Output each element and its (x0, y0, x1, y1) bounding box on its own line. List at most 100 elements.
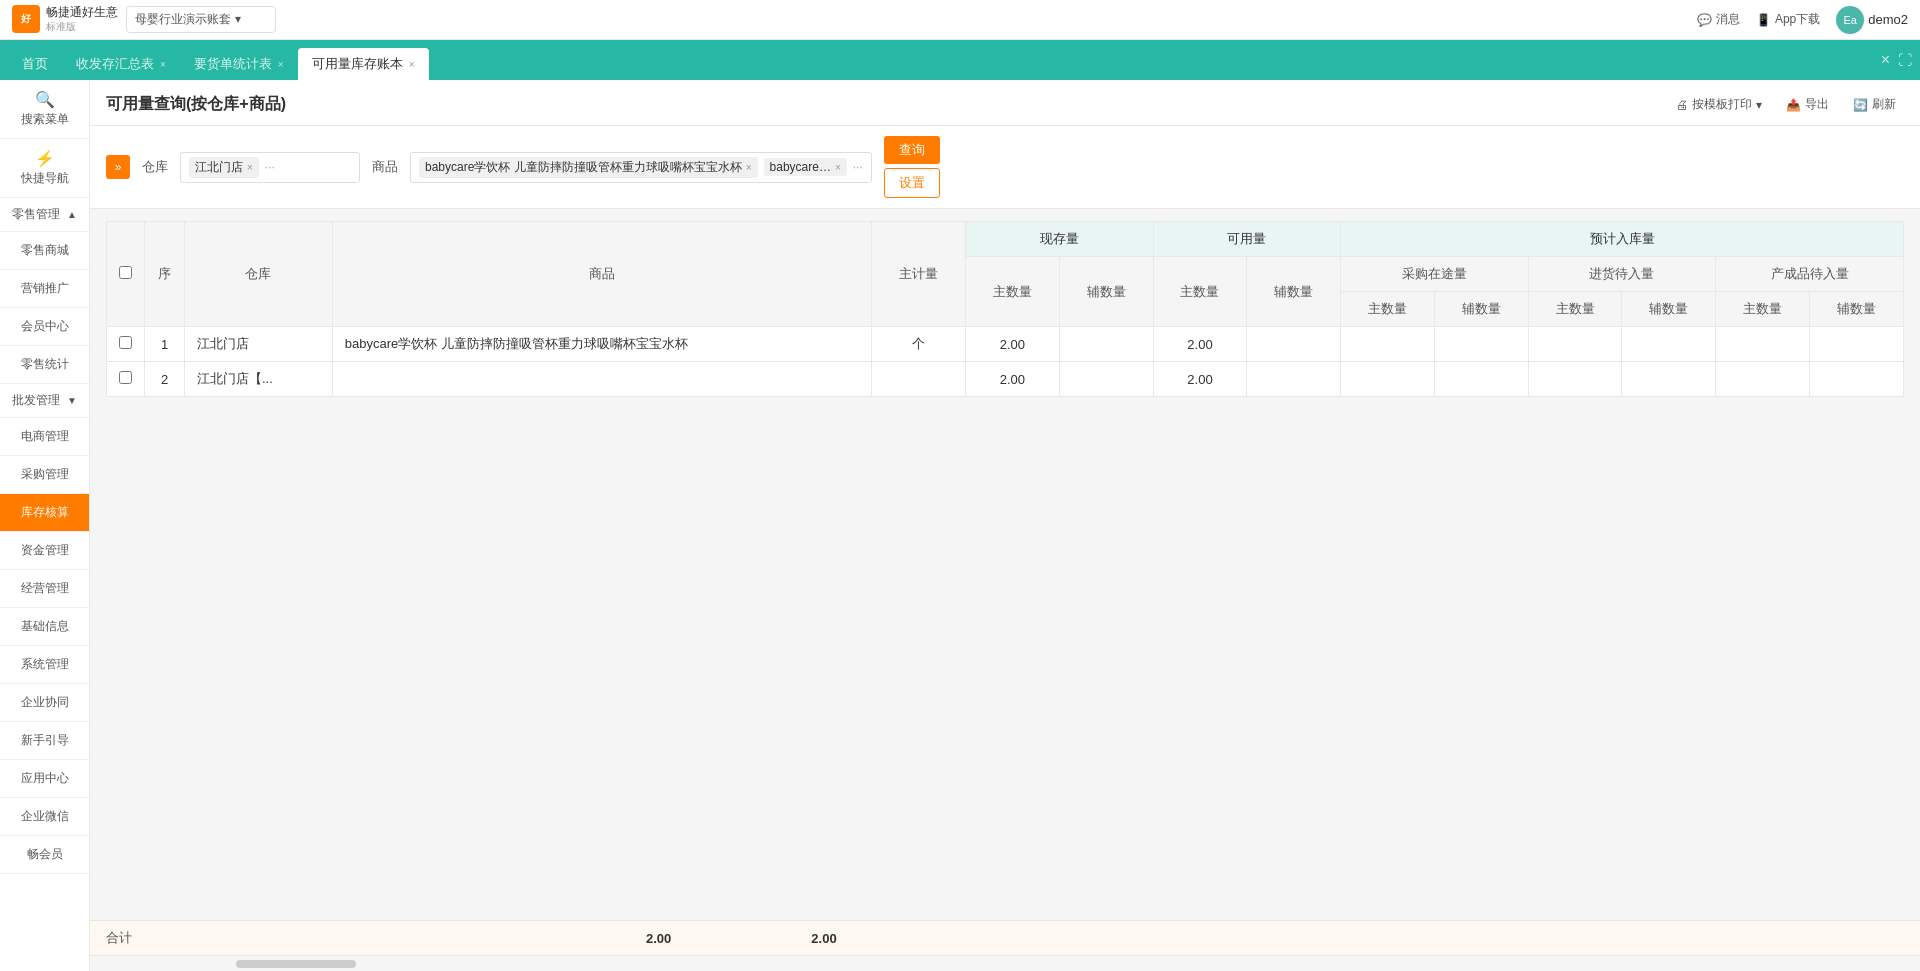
sidebar-item-enterprise-collab[interactable]: 企业协同 (0, 684, 89, 722)
th-seq: 序 (145, 222, 185, 327)
sidebar-inventory-label: 库存核算 (21, 504, 69, 521)
th-goods-pending-aux: 辅数量 (1622, 292, 1716, 327)
refresh-btn[interactable]: 🔄 刷新 (1845, 92, 1904, 117)
logo-area: 好 畅捷通好生意 标准版 (12, 5, 118, 33)
export-label: 导出 (1805, 96, 1829, 113)
sidebar-new-guide-label: 新手引导 (21, 732, 69, 749)
tab-available-stock-label: 可用量库存账本 (312, 55, 403, 73)
tab-receipts[interactable]: 收发存汇总表 × (62, 48, 180, 80)
tab-orders[interactable]: 要货单统计表 × (180, 48, 298, 80)
query-btn[interactable]: 查询 (884, 136, 940, 164)
sidebar-item-retail-stats[interactable]: 零售统计 (0, 346, 89, 384)
sidebar-item-operations[interactable]: 经营管理 (0, 570, 89, 608)
sidebar-item-member[interactable]: 畅会员 (0, 836, 89, 874)
sidebar-item-enterprise-wechat[interactable]: 企业微信 (0, 798, 89, 836)
sidebar-item-member-center[interactable]: 会员中心 (0, 308, 89, 346)
product-filter-label: 商品 (372, 158, 398, 176)
row-goods-pending-aux (1622, 327, 1716, 362)
th-avail-aux: 辅数量 (1247, 257, 1341, 327)
app-download-btn[interactable]: 📱 App下载 (1756, 11, 1820, 28)
warehouse-filter-input[interactable]: 江北门店 × ··· (180, 152, 360, 183)
row-purchase-transit-aux (1434, 327, 1528, 362)
data-table: 序 仓库 商品 主计量 现存量 可用量 预计入库量 主数量 辅数量 主数量 辅数… (106, 221, 1904, 397)
message-btn[interactable]: 💬 消息 (1697, 11, 1740, 28)
logo-text: 畅捷通好生意 (46, 5, 118, 19)
refresh-icon: 🔄 (1853, 98, 1868, 112)
sidebar-operations-label: 经营管理 (21, 580, 69, 597)
product-tag-2-close[interactable]: × (835, 162, 841, 173)
settings-btn[interactable]: 设置 (884, 168, 940, 198)
expand-btn[interactable]: » (106, 155, 130, 179)
row-product-pending-aux (1810, 362, 1904, 397)
th-product: 商品 (332, 222, 871, 327)
sidebar-item-ecommerce[interactable]: 电商管理 (0, 418, 89, 456)
search-icon: 🔍 (35, 90, 55, 109)
product-tag-1-value: babycare学饮杯 儿童防摔防撞吸管杯重力球吸嘴杯宝宝水杯 (425, 159, 742, 176)
maximize-icon[interactable]: ⛶ (1898, 52, 1912, 68)
sidebar-quick-nav-label: 快捷导航 (21, 170, 69, 187)
warehouse-select-value: 母婴行业演示账套 (135, 11, 231, 28)
top-bar: 好 畅捷通好生意 标准版 母婴行业演示账套 ▾ 💬 消息 📱 App下载 Ea … (0, 0, 1920, 40)
row-avail-main: 2.00 (1153, 327, 1247, 362)
download-icon: 📱 (1756, 13, 1771, 27)
sidebar-item-purchase[interactable]: 采购管理 (0, 456, 89, 494)
logo-icon: 好 (12, 5, 40, 33)
close-all-icon[interactable]: × (1881, 51, 1890, 69)
download-label: App下载 (1775, 11, 1820, 28)
row-checkbox[interactable] (107, 362, 145, 397)
row-checkbox[interactable] (107, 327, 145, 362)
product-tag-1: babycare学饮杯 儿童防摔防撞吸管杯重力球吸嘴杯宝宝水杯 × (419, 157, 758, 178)
warehouse-tag-close[interactable]: × (247, 162, 253, 173)
sidebar-item-quick-nav[interactable]: ⚡ 快捷导航 (0, 139, 89, 198)
sidebar-item-retail-mgmt[interactable]: 零售管理 ▲ (0, 198, 89, 232)
sidebar-item-retail-mall[interactable]: 零售商城 (0, 232, 89, 270)
table-wrap: 序 仓库 商品 主计量 现存量 可用量 预计入库量 主数量 辅数量 主数量 辅数… (90, 209, 1920, 920)
product-ellipsis[interactable]: ··· (853, 160, 863, 174)
row-stock-aux (1059, 327, 1153, 362)
tab-available-stock[interactable]: 可用量库存账本 × (298, 48, 429, 80)
sidebar-item-wholesale-mgmt[interactable]: 批发管理 ▼ (0, 384, 89, 418)
row-warehouse: 江北门店【... (185, 362, 333, 397)
sidebar-item-system[interactable]: 系统管理 (0, 646, 89, 684)
product-filter-input[interactable]: babycare学饮杯 儿童防摔防撞吸管杯重力球吸嘴杯宝宝水杯 × babyca… (410, 152, 872, 183)
th-goods-pending: 进货待入量 (1528, 257, 1716, 292)
user-area[interactable]: Ea demo2 (1836, 6, 1908, 34)
product-tag-2: babycare… × (764, 158, 847, 176)
sidebar-item-new-guide[interactable]: 新手引导 (0, 722, 89, 760)
product-tag-1-close[interactable]: × (746, 162, 752, 173)
print-template-btn[interactable]: 🖨 按模板打印 ▾ (1668, 92, 1770, 117)
export-btn[interactable]: 📤 导出 (1778, 92, 1837, 117)
row-goods-pending-aux (1622, 362, 1716, 397)
select-all-checkbox[interactable] (119, 266, 132, 279)
sidebar-item-finance[interactable]: 资金管理 (0, 532, 89, 570)
filter-action-buttons: 查询 设置 (884, 136, 940, 198)
tab-orders-close[interactable]: × (278, 59, 284, 70)
chevron-down-icon-wholesale: ▼ (67, 395, 77, 406)
th-checkbox (107, 222, 145, 327)
warehouse-select[interactable]: 母婴行业演示账套 ▾ (126, 6, 276, 33)
row-product (332, 362, 871, 397)
row-unit: 个 (872, 327, 966, 362)
sidebar-item-inventory[interactable]: 库存核算 (0, 494, 89, 532)
print-icon: 🖨 (1676, 98, 1688, 112)
row-unit (872, 362, 966, 397)
row-purchase-transit-aux (1434, 362, 1528, 397)
tab-home[interactable]: 首页 (8, 48, 62, 80)
tab-available-stock-close[interactable]: × (409, 59, 415, 70)
sidebar-item-basic-info[interactable]: 基础信息 (0, 608, 89, 646)
sidebar-item-app-center[interactable]: 应用中心 (0, 760, 89, 798)
sidebar-item-search[interactable]: 🔍 搜索菜单 (0, 80, 89, 139)
export-icon: 📤 (1786, 98, 1801, 112)
warehouse-ellipsis[interactable]: ··· (265, 160, 275, 174)
sidebar-app-center-label: 应用中心 (21, 770, 69, 787)
row-avail-aux (1247, 327, 1341, 362)
tab-receipts-close[interactable]: × (160, 59, 166, 70)
horizontal-scrollbar[interactable] (236, 960, 356, 968)
th-product-pending-main: 主数量 (1716, 292, 1810, 327)
sidebar-item-marketing[interactable]: 营销推广 (0, 270, 89, 308)
th-product-pending: 产成品待入量 (1716, 257, 1904, 292)
row-avail-aux (1247, 362, 1341, 397)
scroll-area (90, 955, 1920, 971)
nav-tab-close-all: × ⛶ (1881, 51, 1912, 69)
sidebar-enterprise-wechat-label: 企业微信 (21, 808, 69, 825)
